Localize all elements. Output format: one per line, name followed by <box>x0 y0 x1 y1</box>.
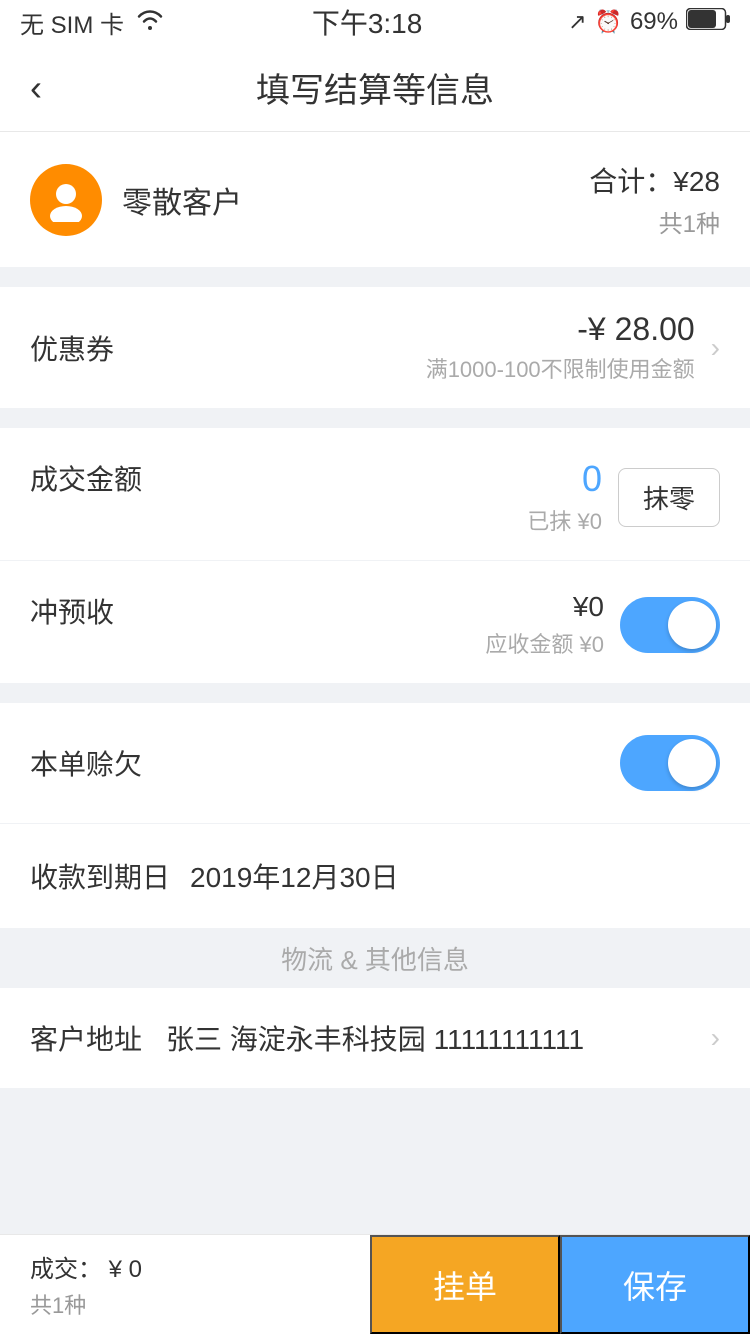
coupon-right: -¥ 28.00 满1000-100不限制使用金额 › <box>426 311 720 384</box>
customer-avatar <box>30 164 102 236</box>
customer-right: 合计：¥28 共1种 <box>589 160 720 239</box>
prepayment-label: 冲预收 <box>30 591 114 631</box>
customer-total: 合计：¥28 <box>589 160 720 200</box>
content: 零散客户 合计：¥28 共1种 优惠券 -¥ 28.00 满1000-100不限… <box>0 132 750 1188</box>
coupon-chevron-icon: › <box>711 332 720 364</box>
transaction-amount-value: 0 <box>527 458 602 500</box>
credit-section: 本单赊欠 收款到期日 2019年12月30日 <box>0 703 750 928</box>
customer-count: 共1种 <box>589 204 720 239</box>
page-title: 填写结算等信息 <box>256 63 494 112</box>
save-button[interactable]: 保存 <box>560 1235 750 1334</box>
coupon-discount: -¥ 28.00 <box>426 311 695 348</box>
prepayment-value: ¥0 <box>485 591 604 623</box>
bottom-left: 成交： ¥ 0 共1种 <box>0 1235 370 1334</box>
status-bar: 无 SIM 卡 下午3:18 ↗ ⏰ 69% <box>0 0 750 44</box>
address-chevron-icon: › <box>711 1022 720 1054</box>
battery-text: 69% <box>630 8 678 36</box>
bottom-deal-label: 成交： ¥ 0 <box>30 1249 340 1284</box>
status-time: 下午3:18 <box>312 2 423 42</box>
bottom-bar: 成交： ¥ 0 共1种 挂单 保存 <box>0 1234 750 1334</box>
coupon-label: 优惠券 <box>30 328 114 368</box>
wifi-icon <box>134 8 166 37</box>
logistics-label: 物流 & 其他信息 <box>281 940 469 977</box>
address-value: 张三 海淀永丰科技园 11111111111 <box>166 1018 701 1058</box>
logistics-divider: 物流 & 其他信息 <box>0 928 750 988</box>
address-label: 客户地址 <box>30 1018 142 1058</box>
customer-name: 零散客户 <box>122 178 242 222</box>
divider-3 <box>0 683 750 703</box>
coupon-section: 优惠券 -¥ 28.00 满1000-100不限制使用金额 › <box>0 287 750 408</box>
transaction-amount-row: 成交金额 0 已抹 ¥0 抹零 <box>0 428 750 561</box>
status-left: 无 SIM 卡 <box>20 5 166 40</box>
battery-icon <box>686 8 730 37</box>
pending-button[interactable]: 挂单 <box>370 1235 560 1334</box>
carrier-text: 无 SIM 卡 <box>20 5 124 40</box>
prepayment-sub: 应收金额 ¥0 <box>485 627 604 659</box>
credit-toggle[interactable] <box>620 735 720 791</box>
prepayment-toggle[interactable] <box>620 597 720 653</box>
alarm-icon: ⏰ <box>595 9 622 35</box>
nav-bar: ‹ 填写结算等信息 <box>0 44 750 132</box>
coupon-desc: 满1000-100不限制使用金额 <box>426 352 695 384</box>
transaction-section: 成交金额 0 已抹 ¥0 抹零 冲预收 ¥0 应收金额 ¥0 <box>0 428 750 683</box>
transaction-amount-sub: 已抹 ¥0 <box>527 504 602 536</box>
due-date-row[interactable]: 收款到期日 2019年12月30日 <box>0 823 750 928</box>
back-button[interactable]: ‹ <box>30 67 42 109</box>
prepayment-right: ¥0 应收金额 ¥0 <box>485 591 720 659</box>
due-date-label: 收款到期日 <box>30 856 170 896</box>
location-icon: ↗ <box>568 9 586 35</box>
round-off-button[interactable]: 抹零 <box>618 468 720 527</box>
transaction-amount-right: 0 已抹 ¥0 抹零 <box>527 458 720 536</box>
coupon-row[interactable]: 优惠券 -¥ 28.00 满1000-100不限制使用金额 › <box>0 287 750 408</box>
transaction-amount-label: 成交金额 <box>30 458 142 498</box>
divider-1 <box>0 267 750 287</box>
customer-section: 零散客户 合计：¥28 共1种 <box>0 132 750 267</box>
due-date-value: 2019年12月30日 <box>190 856 399 896</box>
prepayment-row: 冲预收 ¥0 应收金额 ¥0 <box>0 561 750 683</box>
status-right: ↗ ⏰ 69% <box>568 8 730 37</box>
credit-toggle-knob <box>668 739 716 787</box>
credit-row: 本单赊欠 <box>0 703 750 823</box>
divider-2 <box>0 408 750 428</box>
bottom-deal-count: 共1种 <box>30 1288 340 1320</box>
credit-label: 本单赊欠 <box>30 743 142 783</box>
customer-left: 零散客户 <box>30 164 242 236</box>
address-row[interactable]: 客户地址 张三 海淀永丰科技园 11111111111 › <box>0 988 750 1088</box>
toggle-knob <box>668 601 716 649</box>
